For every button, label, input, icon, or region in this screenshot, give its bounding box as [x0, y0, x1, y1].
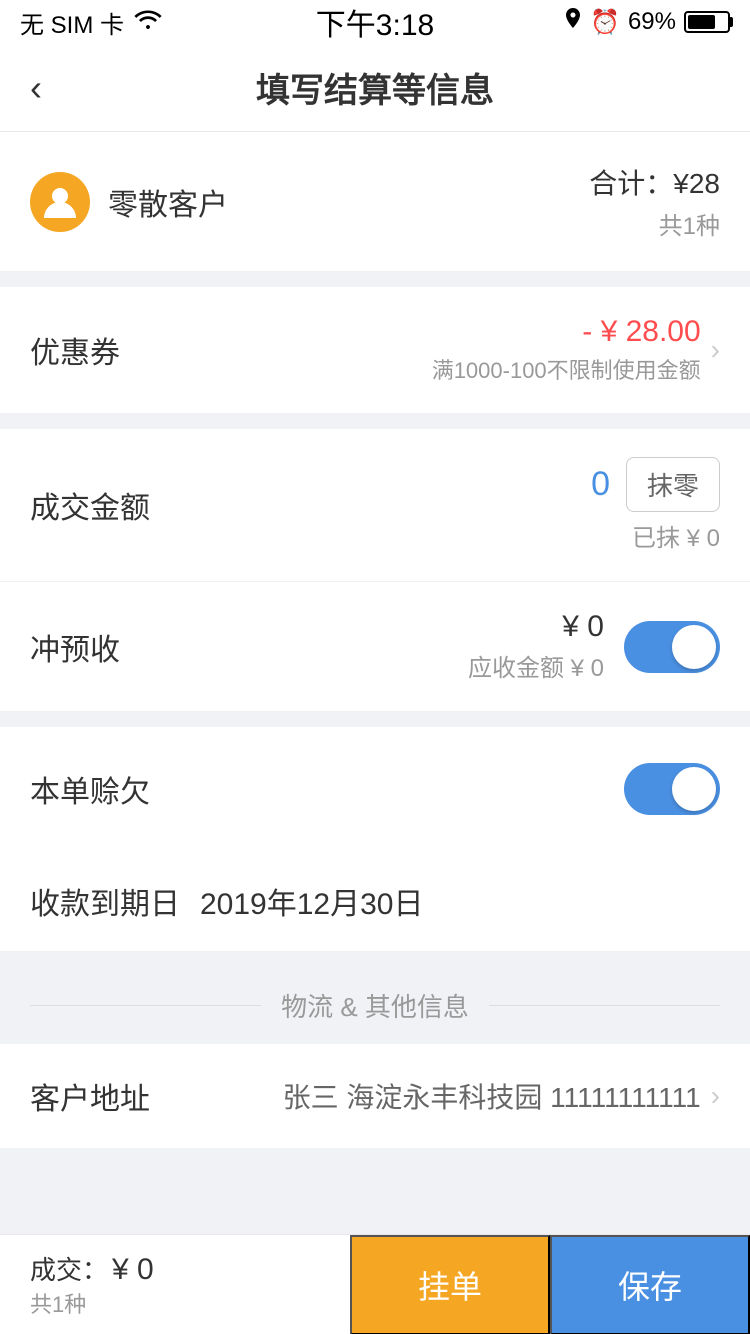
bottom-deal-amount: ¥ 0	[112, 1253, 154, 1287]
coupon-right: - ¥ 28.00 满1000-100不限制使用金额 ›	[432, 315, 720, 385]
arrears-row: 本单赊欠	[0, 727, 750, 851]
due-date-row[interactable]: 收款到期日 2019年12月30日	[0, 851, 750, 951]
bottom-count: 共1种	[30, 1287, 320, 1319]
chevron-right-icon: ›	[711, 334, 720, 366]
customer-right: 合计：¥28 共1种	[589, 162, 720, 241]
wifi-icon	[134, 8, 162, 36]
status-time: 下午3:18	[316, 0, 434, 44]
logistics-text: 物流 & 其他信息	[281, 987, 469, 1024]
coupon-value-group: - ¥ 28.00 满1000-100不限制使用金额	[432, 315, 701, 385]
back-button[interactable]: ‹	[30, 67, 42, 109]
coupon-desc: 满1000-100不限制使用金额	[432, 353, 701, 385]
arrears-toggle[interactable]	[624, 763, 720, 815]
coupon-card[interactable]: 优惠券 - ¥ 28.00 满1000-100不限制使用金额 ›	[0, 287, 750, 413]
round-zero-button[interactable]: 抹零	[626, 457, 720, 512]
coupon-discount: - ¥ 28.00	[432, 315, 701, 349]
nav-bar: ‹ 填写结算等信息	[0, 44, 750, 132]
due-date-label: 收款到期日	[30, 879, 180, 923]
charge-advance-row: 冲预收 ¥ 0 应收金额 ¥ 0	[0, 582, 750, 711]
customer-left: 零散客户	[30, 172, 228, 232]
address-row[interactable]: 客户地址 张三 海淀永丰科技园 11111111111 ›	[0, 1044, 750, 1148]
total-amount: 合计：¥28	[589, 162, 720, 202]
customer-row: 零散客户 合计：¥28 共1种	[0, 132, 750, 271]
battery-percent: 69%	[628, 8, 676, 36]
charge-amount-group: ¥ 0 应收金额 ¥ 0	[468, 610, 604, 683]
charge-sub: 应收金额 ¥ 0	[468, 648, 604, 683]
arrears-card: 本单赊欠 收款到期日 2019年12月30日	[0, 727, 750, 951]
hang-order-button[interactable]: 挂单	[350, 1235, 550, 1334]
charge-amount: ¥ 0	[468, 610, 604, 644]
charge-advance-right: ¥ 0 应收金额 ¥ 0	[468, 610, 720, 683]
bottom-deal-label: 成交：	[30, 1250, 108, 1287]
toggle-knob	[672, 625, 716, 669]
deal-amount-value[interactable]: 0	[591, 465, 610, 504]
main-content: 零散客户 合计：¥28 共1种 优惠券 - ¥ 28.00 满1000-100不…	[0, 132, 750, 1284]
status-left: 无 SIM 卡	[20, 5, 162, 40]
charge-advance-label: 冲预收	[30, 625, 120, 669]
address-label: 客户地址	[30, 1074, 150, 1118]
due-date-value: 2019年12月30日	[200, 879, 423, 923]
status-right: ⏰ 69%	[564, 8, 730, 37]
deal-amount-label: 成交金额	[30, 483, 150, 527]
status-bar: 无 SIM 卡 下午3:18 ⏰ 69%	[0, 0, 750, 44]
address-value: 张三 海淀永丰科技园 11111111111	[170, 1076, 701, 1116]
bottom-left: 成交： ¥ 0 共1种	[0, 1250, 350, 1319]
address-chevron-icon: ›	[711, 1080, 720, 1112]
location-icon	[564, 8, 582, 37]
total-count: 共1种	[589, 206, 720, 241]
deal-amount-sub: 已抹 ¥ 0	[632, 518, 720, 553]
page-title: 填写结算等信息	[256, 63, 494, 112]
alarm-icon: ⏰	[590, 8, 620, 37]
logistics-header: 物流 & 其他信息	[0, 967, 750, 1044]
bottom-bar: 成交： ¥ 0 共1种 挂单 保存	[0, 1234, 750, 1334]
logistics-line-right	[489, 1005, 720, 1006]
coupon-label: 优惠券	[30, 328, 120, 372]
customer-name: 零散客户	[108, 180, 228, 224]
coupon-row[interactable]: 优惠券 - ¥ 28.00 满1000-100不限制使用金额 ›	[0, 287, 750, 413]
address-card[interactable]: 客户地址 张三 海淀永丰科技园 11111111111 ›	[0, 1044, 750, 1148]
customer-avatar	[30, 172, 90, 232]
arrears-toggle-knob	[672, 767, 716, 811]
battery-icon	[684, 11, 730, 33]
deal-section: 成交金额 0 抹零 已抹 ¥ 0 冲预收 ¥ 0 应收金额 ¥ 0	[0, 429, 750, 711]
customer-card: 零散客户 合计：¥28 共1种	[0, 132, 750, 271]
save-button[interactable]: 保存	[550, 1235, 750, 1334]
charge-advance-toggle[interactable]	[624, 621, 720, 673]
arrears-label: 本单赊欠	[30, 767, 150, 811]
deal-amount-row: 成交金额 0 抹零 已抹 ¥ 0	[0, 429, 750, 582]
logistics-line-left	[30, 1005, 261, 1006]
deal-amount-right: 0 抹零	[591, 457, 720, 512]
no-sim-text: 无 SIM 卡	[20, 5, 124, 40]
